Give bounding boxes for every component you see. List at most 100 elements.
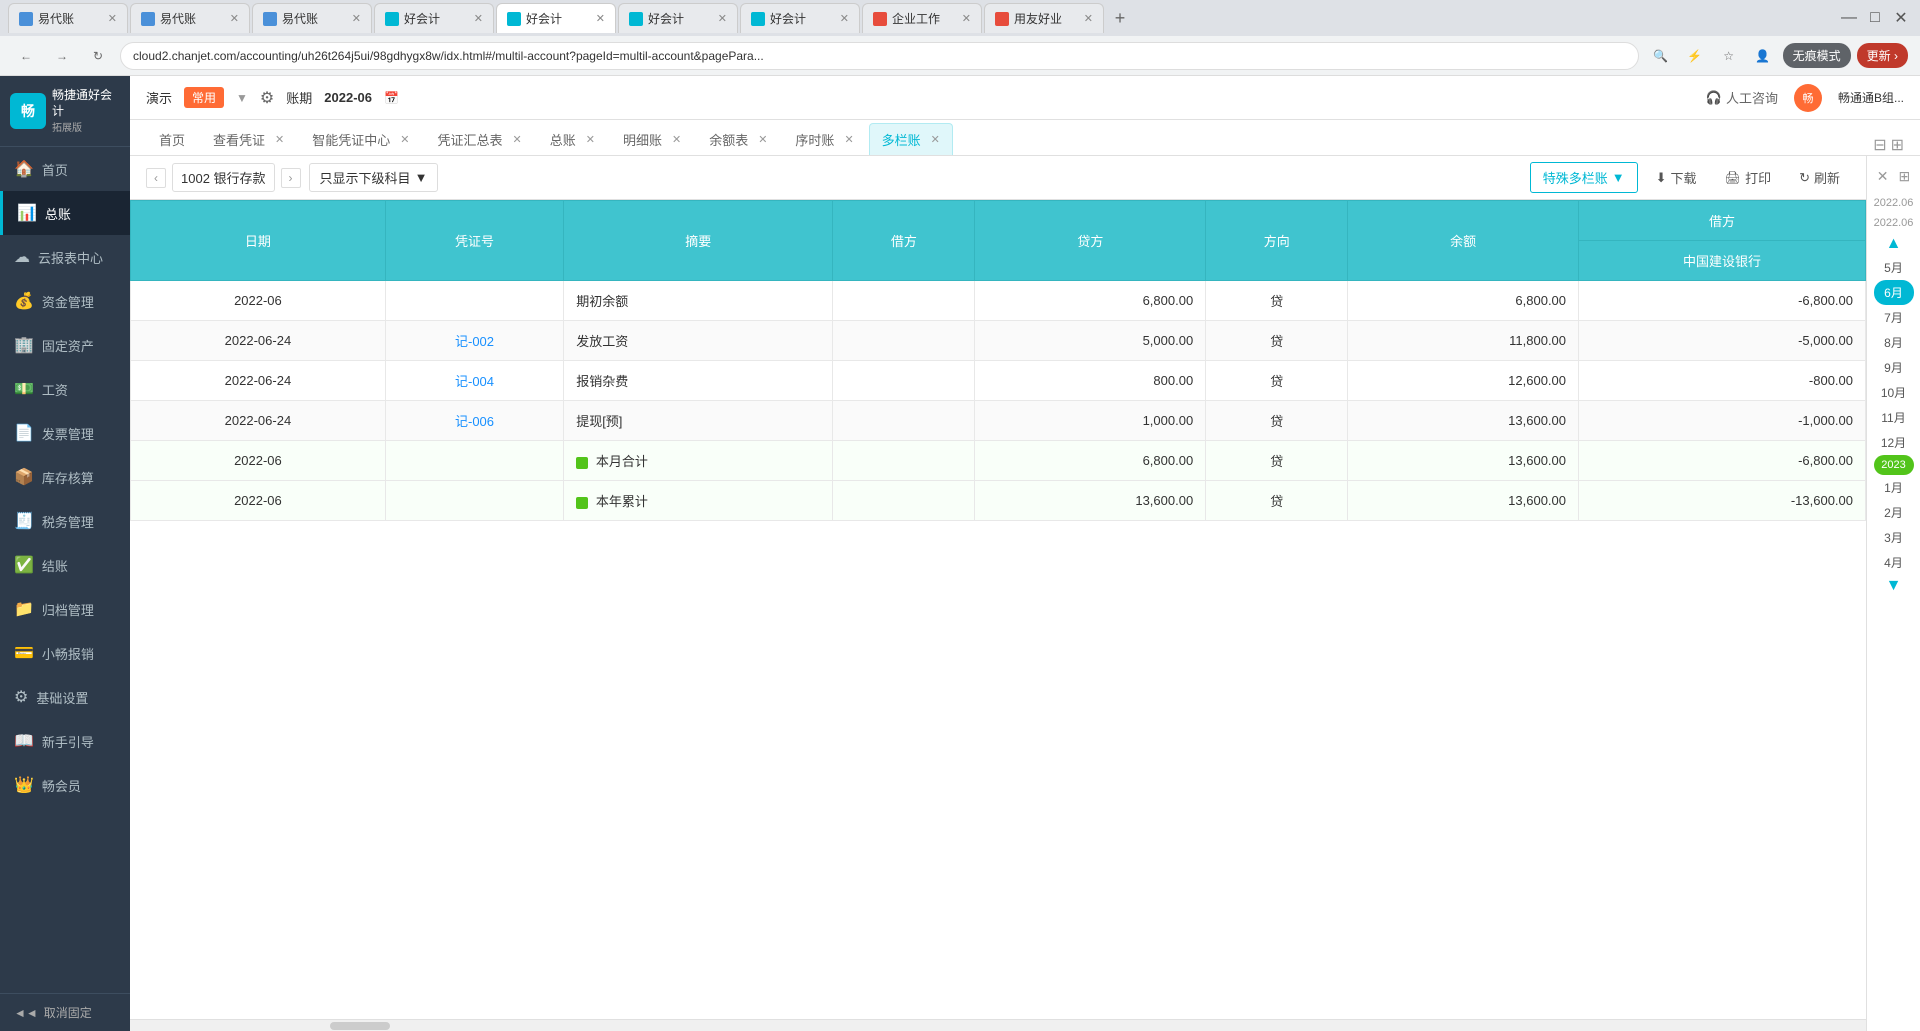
demo-arrow-icon[interactable]: ▼ xyxy=(236,91,248,105)
print-button[interactable]: 🖨 打印 xyxy=(1715,163,1782,192)
tab-detail-ledger[interactable]: 明细账 ✕ xyxy=(610,123,694,155)
timeline-month-5[interactable]: 5月 xyxy=(1874,255,1914,280)
horizontal-scrollbar[interactable] xyxy=(130,1019,1866,1031)
tab-7[interactable]: 好会计 ✕ xyxy=(740,3,860,33)
tab-voucher-summary[interactable]: 凭证汇总表 ✕ xyxy=(424,123,534,155)
timeline-month-7[interactable]: 7月 xyxy=(1874,305,1914,330)
timeline-month-8[interactable]: 8月 xyxy=(1874,330,1914,355)
extension-icon[interactable]: ⚡ xyxy=(1681,42,1709,70)
timeline-month-2023-3[interactable]: 3月 xyxy=(1874,525,1914,550)
maximize-button[interactable]: □ xyxy=(1864,7,1886,29)
profile-icon[interactable]: 👤 xyxy=(1749,42,1777,70)
tab-6[interactable]: 好会计 ✕ xyxy=(618,3,738,33)
timeline-month-2023-2[interactable]: 2月 xyxy=(1874,500,1914,525)
timeline-month-10[interactable]: 10月 xyxy=(1874,380,1914,405)
tab-1[interactable]: 易代账 ✕ xyxy=(8,3,128,33)
sidebar-item-funds[interactable]: 💰 资金管理 xyxy=(0,279,130,323)
tab-smart-voucher[interactable]: 智能凭证中心 ✕ xyxy=(299,123,422,155)
tab-8[interactable]: 企业工作 ✕ xyxy=(862,3,982,33)
tab-multi-column[interactable]: 多栏账 ✕ xyxy=(869,123,953,155)
next-account-button[interactable]: › xyxy=(281,168,301,188)
scroll-thumb[interactable] xyxy=(330,1022,390,1030)
close-panel-button[interactable]: ✕ xyxy=(1873,164,1893,189)
sidebar-item-tax[interactable]: 🧾 税务管理 xyxy=(0,499,130,543)
tab-voucher[interactable]: 查看凭证 ✕ xyxy=(200,123,297,155)
sidebar-item-home[interactable]: 🏠 首页 xyxy=(0,147,130,191)
new-tab-button[interactable]: + xyxy=(1106,4,1134,32)
tab-2[interactable]: 易代账 ✕ xyxy=(130,3,250,33)
back-button[interactable]: ← xyxy=(12,42,40,70)
prev-account-button[interactable]: ‹ xyxy=(146,168,166,188)
tab-close-3[interactable]: ✕ xyxy=(352,12,361,25)
tab-detail-close[interactable]: ✕ xyxy=(672,133,681,146)
refresh-button[interactable]: ↻ 刷新 xyxy=(1789,163,1850,192)
calendar-icon[interactable]: 📅 xyxy=(384,91,399,105)
tab-sequence[interactable]: 序时账 ✕ xyxy=(782,123,866,155)
tab-multi-close[interactable]: ✕ xyxy=(931,133,940,146)
tab-close-1[interactable]: ✕ xyxy=(108,12,117,25)
demo-badge[interactable]: 常用 xyxy=(184,87,224,108)
tab-balance-close[interactable]: ✕ xyxy=(758,133,767,146)
sidebar-item-membership[interactable]: 👑 畅会员 xyxy=(0,763,130,807)
consult-button[interactable]: 🎧 人工咨询 xyxy=(1706,88,1778,107)
sidebar-item-inventory[interactable]: 📦 库存核算 xyxy=(0,455,130,499)
bookmark-icon[interactable]: ☆ xyxy=(1715,42,1743,70)
tab-home[interactable]: 首页 xyxy=(146,123,198,155)
forward-button[interactable]: → xyxy=(48,42,76,70)
collapse-panel-button[interactable]: ⊟ ⊞ xyxy=(1873,135,1904,155)
tab-general-ledger-close[interactable]: ✕ xyxy=(586,133,595,146)
tab-voucher-summary-close[interactable]: ✕ xyxy=(513,133,522,146)
tab-close-8[interactable]: ✕ xyxy=(962,12,971,25)
tab-close-6[interactable]: ✕ xyxy=(718,12,727,25)
sidebar-item-fixed-assets[interactable]: 🏢 固定资产 xyxy=(0,323,130,367)
voucher-link-3[interactable]: 记-006 xyxy=(455,414,494,429)
tab-voucher-close[interactable]: ✕ xyxy=(275,133,284,146)
filter-dropdown[interactable]: 只显示下级科目 ▼ xyxy=(309,163,439,192)
timeline-month-9[interactable]: 9月 xyxy=(1874,355,1914,380)
special-multi-column-button[interactable]: 特殊多栏账 ▼ xyxy=(1530,162,1638,193)
tab-close-5[interactable]: ✕ xyxy=(596,12,605,25)
sidebar-item-ledger[interactable]: 📊 总账 xyxy=(0,191,130,235)
timeline-month-12[interactable]: 12月 xyxy=(1874,430,1914,455)
timeline-month-2023-1[interactable]: 1月 xyxy=(1874,475,1914,500)
timeline-scroll-up[interactable]: ▲ xyxy=(1884,233,1904,255)
close-button[interactable]: ✕ xyxy=(1890,7,1912,29)
timeline-month-11[interactable]: 11月 xyxy=(1874,405,1914,430)
tab-close-2[interactable]: ✕ xyxy=(230,12,239,25)
cell-voucher-1[interactable]: 记-002 xyxy=(385,321,563,361)
reload-button[interactable]: ↻ xyxy=(84,42,112,70)
timeline-scroll-down[interactable]: ▼ xyxy=(1884,575,1904,597)
timeline-month-2023-4[interactable]: 4月 xyxy=(1874,550,1914,575)
tab-5[interactable]: 好会计 ✕ xyxy=(496,3,616,33)
unfix-button[interactable]: ◄◄ 取消固定 xyxy=(14,1004,116,1021)
sidebar-item-expense[interactable]: 💳 小畅报销 xyxy=(0,631,130,675)
minimize-button[interactable]: — xyxy=(1838,7,1860,29)
sidebar-item-settings[interactable]: ⚙ 基础设置 xyxy=(0,675,130,719)
tab-close-9[interactable]: ✕ xyxy=(1084,12,1093,25)
tab-close-4[interactable]: ✕ xyxy=(474,12,483,25)
timeline-month-6[interactable]: 6月 xyxy=(1874,280,1914,305)
tab-3[interactable]: 易代账 ✕ xyxy=(252,3,372,33)
tab-4[interactable]: 好会计 ✕ xyxy=(374,3,494,33)
incognito-button[interactable]: 无痕模式 xyxy=(1783,43,1851,68)
sidebar-item-invoice[interactable]: 📄 发票管理 xyxy=(0,411,130,455)
update-button[interactable]: 更新 › xyxy=(1857,43,1908,68)
sidebar-item-close-accounts[interactable]: ✅ 结账 xyxy=(0,543,130,587)
settings-gear-icon[interactable]: ⚙ xyxy=(260,88,274,108)
sidebar-item-archive[interactable]: 📁 归档管理 xyxy=(0,587,130,631)
account-code[interactable]: 1002 银行存款 xyxy=(172,163,275,192)
download-button[interactable]: ⬇ 下载 xyxy=(1646,163,1707,192)
tab-sequence-close[interactable]: ✕ xyxy=(844,133,853,146)
tab-balance[interactable]: 余额表 ✕ xyxy=(696,123,780,155)
sidebar-item-salary[interactable]: 💵 工资 xyxy=(0,367,130,411)
tab-close-7[interactable]: ✕ xyxy=(840,12,849,25)
sidebar-item-guide[interactable]: 📖 新手引导 xyxy=(0,719,130,763)
voucher-link-1[interactable]: 记-002 xyxy=(455,334,494,349)
tab-smart-voucher-close[interactable]: ✕ xyxy=(400,133,409,146)
cell-voucher-2[interactable]: 记-004 xyxy=(385,361,563,401)
tab-general-ledger[interactable]: 总账 ✕ xyxy=(537,123,608,155)
url-input[interactable]: cloud2.chanjet.com/accounting/uh26t264j5… xyxy=(120,42,1639,70)
sidebar-item-cloud-reports[interactable]: ☁ 云报表中心 xyxy=(0,235,130,279)
expand-panel-button[interactable]: ⊞ xyxy=(1895,164,1915,189)
cell-voucher-3[interactable]: 记-006 xyxy=(385,401,563,441)
